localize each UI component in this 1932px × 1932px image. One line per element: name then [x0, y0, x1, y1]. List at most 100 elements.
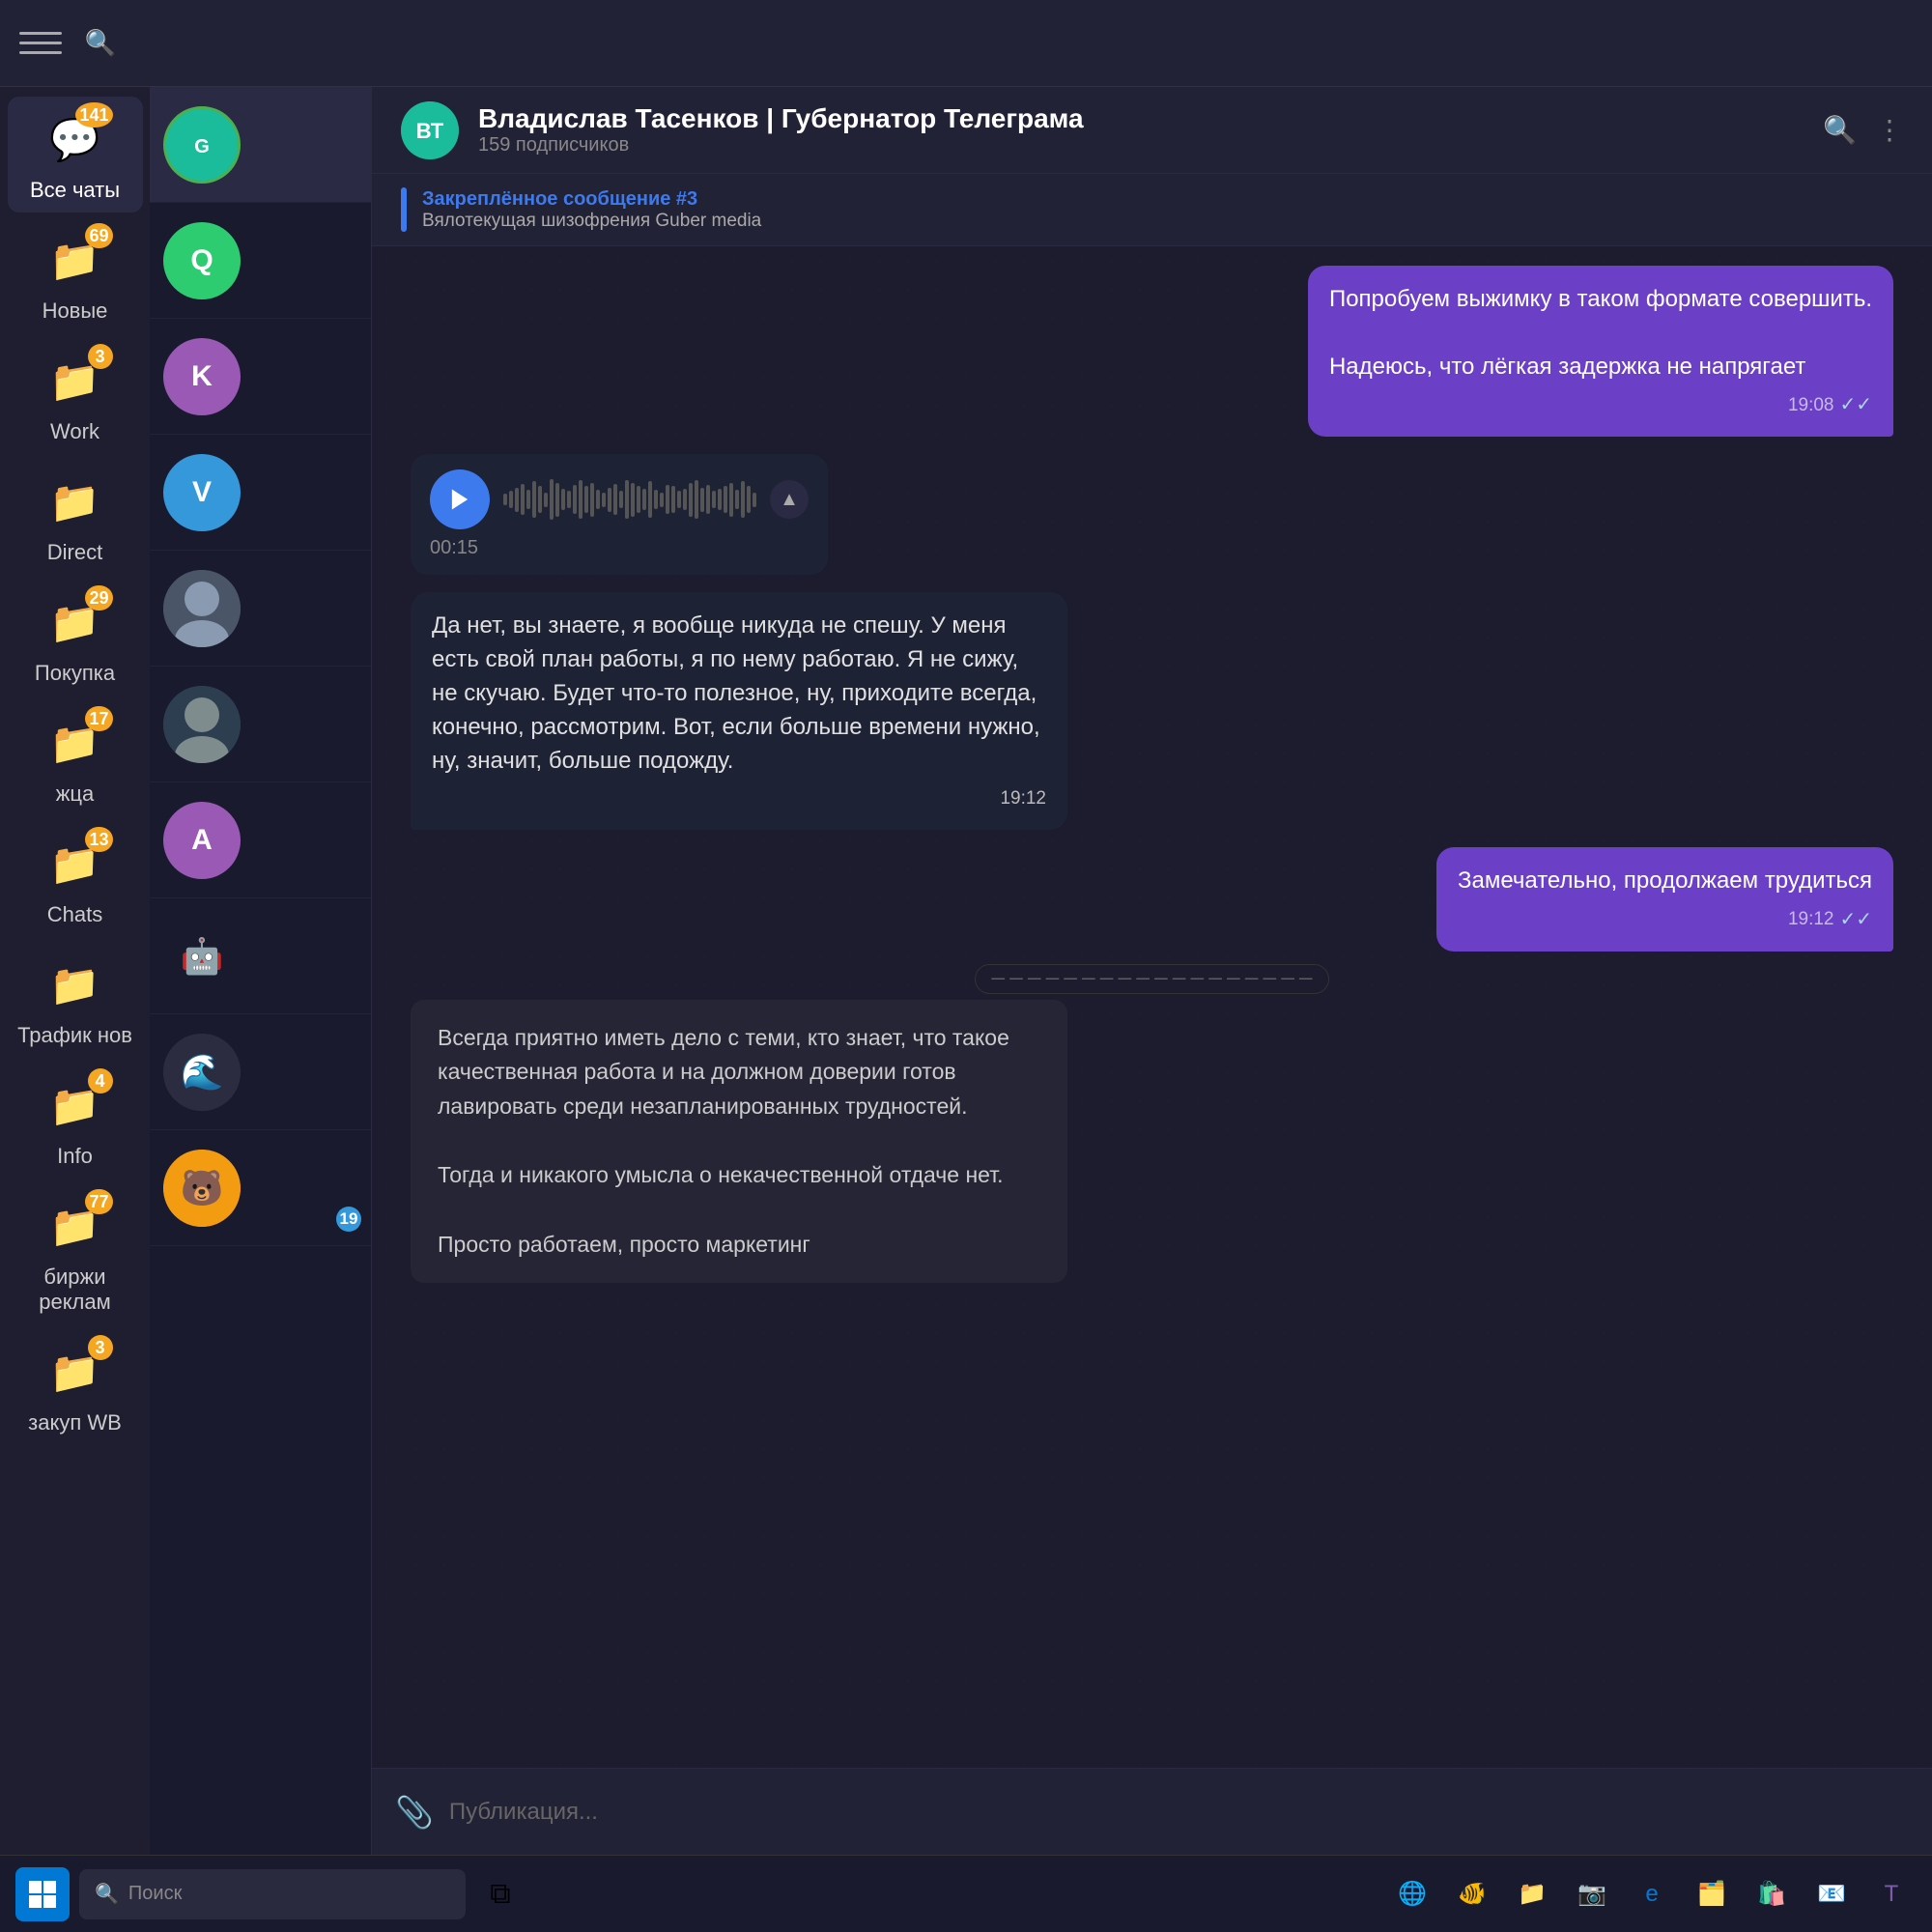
folder-icon-wrap-birzhi: 📁 77	[42, 1193, 109, 1261]
trafik-folder-icon: 📁	[49, 962, 99, 1009]
chat-item-4[interactable]: V	[150, 435, 371, 551]
zhca-folder-badge: 17	[85, 706, 112, 731]
voice-duration: 00:15	[430, 537, 809, 559]
folder-item-trafik[interactable]: 📁 Трафик нов	[8, 942, 143, 1058]
svg-text:🐻: 🐻	[181, 1167, 224, 1208]
folder-item-zhca[interactable]: 📁 17 жца	[8, 700, 143, 816]
folder-item-birzhi[interactable]: 📁 77 биржи реклам	[8, 1183, 143, 1324]
folder-item-chats[interactable]: 📁 13 Chats	[8, 821, 143, 937]
folder-item-pokupka[interactable]: 📁 29 Покупка	[8, 580, 143, 696]
chat-item-9[interactable]: 🌊	[150, 1014, 371, 1130]
more-options-icon[interactable]: ⋮	[1876, 114, 1903, 146]
play-button[interactable]	[430, 469, 490, 529]
svg-text:🤖: 🤖	[181, 936, 224, 976]
chat-avatar-8: 🤖	[163, 918, 241, 995]
folder-item-info[interactable]: 📁 4 Info	[8, 1063, 143, 1179]
pinned-bar[interactable]: Закреплённое сообщение #3 Вялотекущая ши…	[372, 174, 1932, 246]
chats-folder-badge: 13	[85, 827, 112, 852]
chat-item-10[interactable]: 🐻 19	[150, 1130, 371, 1246]
folder-icon-wrap-trafik: 📁	[42, 952, 109, 1019]
search-chat-icon[interactable]: 🔍	[1823, 114, 1857, 146]
chat-item-5[interactable]	[150, 551, 371, 667]
taskbar-files-icon[interactable]: 🗂️	[1687, 1869, 1737, 1919]
taskbar-search-icon: 🔍	[95, 1882, 119, 1906]
folder-icon-wrap-all: 💬 141	[42, 106, 109, 174]
input-bar: 📎	[372, 1768, 1932, 1855]
taskbar-edge-icon[interactable]: e	[1627, 1869, 1677, 1919]
message-bubble-3: Да нет, вы знаете, я вообще никуда не сп…	[411, 592, 1067, 830]
taskbar-teams-icon[interactable]: T	[1866, 1869, 1917, 1919]
taskbar-camera-icon[interactable]: 📷	[1567, 1869, 1617, 1919]
folder-item-work[interactable]: 📁 3 Work	[8, 338, 143, 454]
chat-avatar-5	[163, 570, 241, 647]
taskbar-mail-icon[interactable]: 📧	[1806, 1869, 1857, 1919]
folder-icon-wrap-info: 📁 4	[42, 1072, 109, 1140]
hamburger-button[interactable]	[19, 22, 62, 65]
read-checkmarks-1: ✓✓	[1839, 391, 1872, 419]
chat-avatar-10: 🐻	[163, 1150, 241, 1227]
voice-controls: ▲	[430, 469, 809, 529]
chat-item-2[interactable]: Q	[150, 203, 371, 319]
chat-item-7[interactable]: A	[150, 782, 371, 898]
chat-badge-10: 19	[336, 1207, 361, 1232]
main-layout: 💬 141 Все чаты 📁 69 Новые 📁 3 Work 📁 Dir…	[0, 87, 1932, 1855]
collapse-button[interactable]: ▲	[770, 480, 809, 519]
chat-item-8[interactable]: 🤖	[150, 898, 371, 1014]
folder-label-work: Work	[50, 419, 99, 444]
folder-label-zakup: закуп WB	[28, 1410, 122, 1435]
pinned-title: Закреплённое сообщение #3	[422, 188, 1903, 211]
taskbar-search[interactable]: 🔍 Поиск	[79, 1869, 466, 1919]
chat-item-6[interactable]	[150, 667, 371, 782]
message-text-3: Да нет, вы знаете, я вообще никуда не сп…	[432, 610, 1046, 778]
chat-name: Владислав Тасенков | Губернатор Телеграм…	[478, 103, 1823, 134]
top-bar: 🔍	[0, 0, 1932, 87]
message-text-4: Замечательно, продолжаем трудиться	[1458, 865, 1872, 898]
folder-label-pokupka: Покупка	[35, 661, 115, 686]
folder-item-all[interactable]: 💬 141 Все чаты	[8, 97, 143, 213]
folder-icon-wrap-pokupka: 📁 29	[42, 589, 109, 657]
folder-icon-wrap-chats: 📁 13	[42, 831, 109, 898]
folder-icon-wrap-work: 📁 3	[42, 348, 109, 415]
message-input[interactable]	[449, 1799, 1909, 1826]
taskbar-folder-icon[interactable]: 📁	[1507, 1869, 1557, 1919]
message-time-4: 19:12 ✓✓	[1458, 906, 1872, 934]
date-separator: ─ ─ ─ ─ ─ ─ ─ ─ ─ ─ ─ ─ ─ ─ ─ ─ ─ ─	[411, 969, 1893, 990]
folder-icon-wrap-new: 📁 69	[42, 227, 109, 295]
chat-avatar-6	[163, 686, 241, 763]
chat-item-3[interactable]: K	[150, 319, 371, 435]
message-bubble-4: Замечательно, продолжаем трудиться 19:12…	[1436, 847, 1893, 952]
message-1: Попробуем выжимку в таком формате соверш…	[411, 266, 1893, 437]
folder-item-direct[interactable]: 📁 Direct	[8, 459, 143, 575]
zakup-folder-badge: 3	[88, 1335, 113, 1360]
search-button[interactable]: 🔍	[81, 24, 120, 63]
taskbar-browser-icon[interactable]: 🌐	[1387, 1869, 1437, 1919]
pinned-indicator	[401, 187, 407, 232]
birzhi-folder-badge: 77	[85, 1189, 112, 1214]
message-time-1: 19:08 ✓✓	[1329, 391, 1872, 419]
folder-label-chats: Chats	[47, 902, 102, 927]
folder-item-new[interactable]: 📁 69 Новые	[8, 217, 143, 333]
message-bubble-1: Попробуем выжимку в таком формате соверш…	[1308, 266, 1893, 437]
svg-text:G: G	[194, 136, 210, 157]
taskbar-taskview[interactable]: ⧉	[475, 1869, 526, 1919]
folder-item-zakup[interactable]: 📁 3 закуп WB	[8, 1329, 143, 1445]
windows-start-button[interactable]	[15, 1867, 70, 1921]
final-message-text: Всегда приятно иметь дело с теми, кто зн…	[438, 1021, 1040, 1262]
attach-button[interactable]: 📎	[395, 1794, 434, 1831]
voice-bubble: ▲ 00:15	[411, 454, 828, 575]
chat-item-1[interactable]: G	[150, 87, 371, 203]
taskbar-fish-icon[interactable]: 🐠	[1447, 1869, 1497, 1919]
folder-icon-wrap-zhca: 📁 17	[42, 710, 109, 778]
final-message-bubble: Всегда приятно иметь дело с теми, кто зн…	[411, 1000, 1067, 1283]
folder-label-all: Все чаты	[30, 178, 120, 203]
taskbar-store-icon[interactable]: 🛍️	[1747, 1869, 1797, 1919]
read-checkmarks-4: ✓✓	[1839, 906, 1872, 934]
folder-label-new: Новые	[43, 298, 108, 324]
taskbar-search-label: Поиск	[128, 1883, 182, 1905]
message-3: Да нет, вы знаете, я вообще никуда не сп…	[411, 592, 1893, 830]
chat-avatar-1: G	[163, 106, 241, 184]
pinned-subtitle: Вялотекущая шизофрения Guber media	[422, 211, 1903, 232]
message-time-3: 19:12	[432, 785, 1046, 812]
svg-text:🌊: 🌊	[181, 1052, 224, 1092]
folder-label-zhca: жца	[56, 781, 95, 807]
